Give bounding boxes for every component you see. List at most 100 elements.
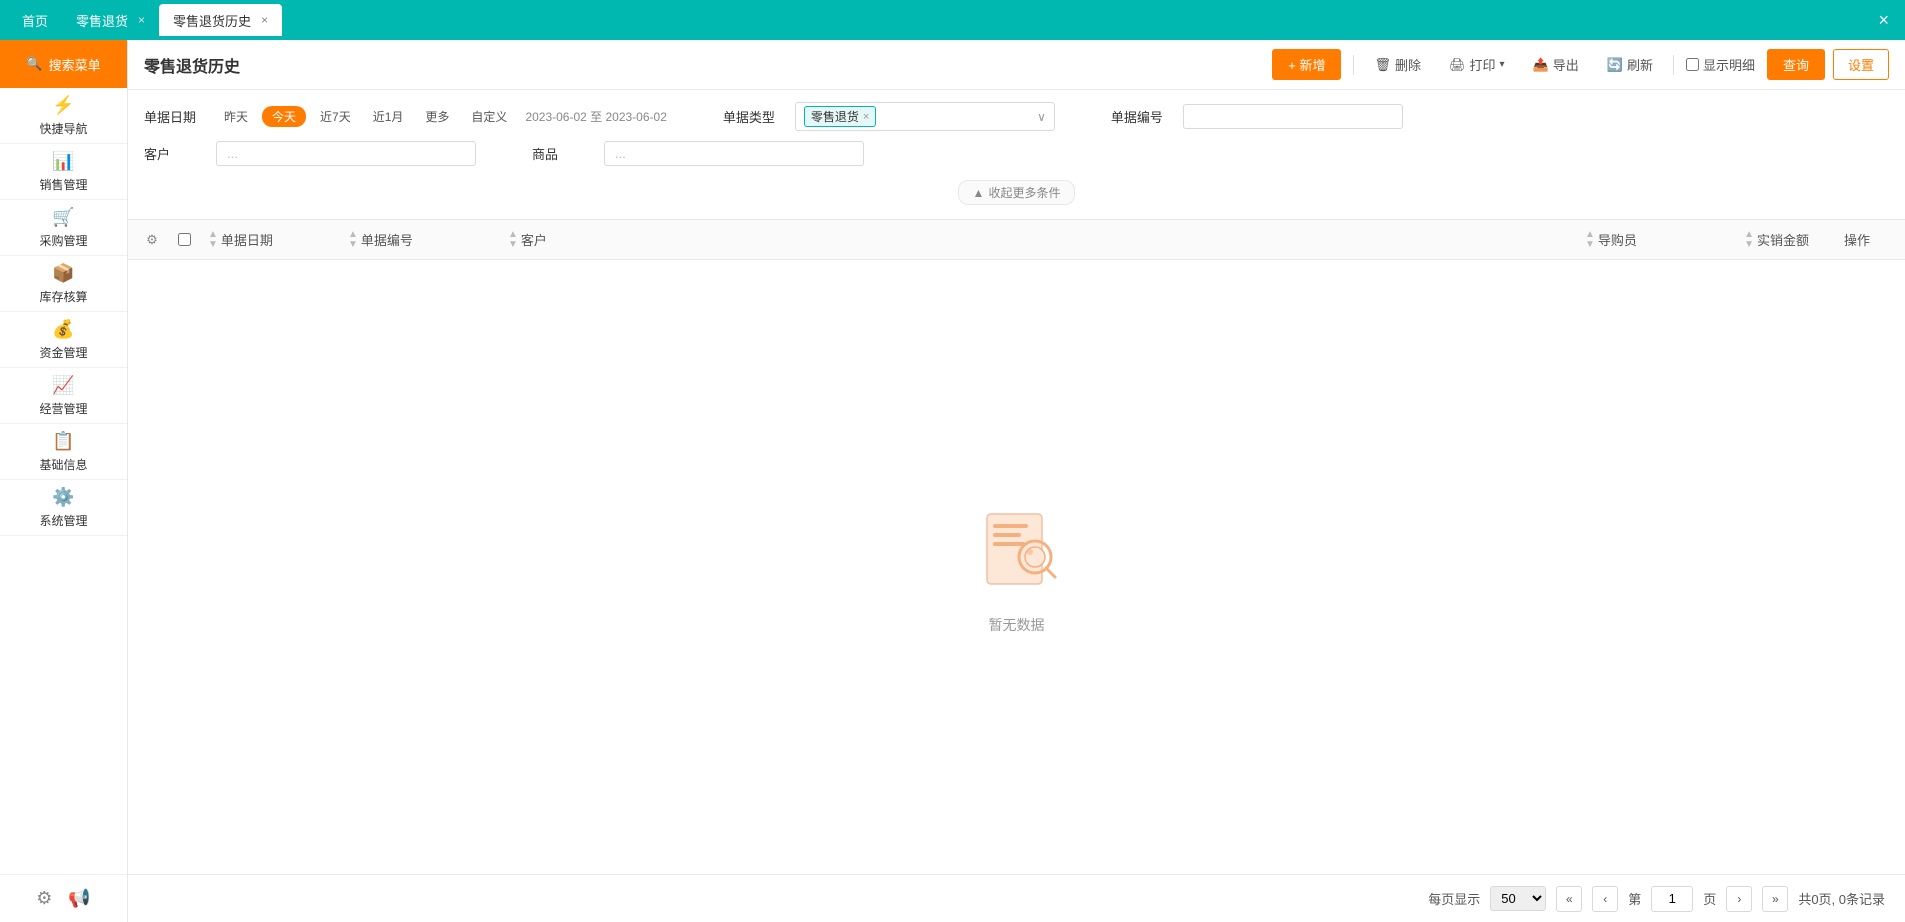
query-button[interactable]: 查询 xyxy=(1767,49,1825,80)
purchase-icon: 🛒 xyxy=(52,207,74,228)
th-amount-label: 实销金额 xyxy=(1757,230,1809,249)
customer-placeholder: ... xyxy=(227,146,238,161)
collapse-button[interactable]: ▲ 收起更多条件 xyxy=(958,180,1076,205)
delete-label: 删除 xyxy=(1395,55,1421,74)
sidebar-item-system-label: 系统管理 xyxy=(39,512,87,529)
sidebar-item-system-mgmt[interactable]: ⚙️ 系统管理 xyxy=(0,480,127,536)
prev-page-button[interactable]: ‹ xyxy=(1592,886,1618,912)
date-filter: 昨天 今天 近7天 近1月 更多 自定义 2023-06-02 至 2023-0… xyxy=(216,106,667,127)
date-btn-7days[interactable]: 近7天 xyxy=(312,106,359,127)
type-filter-input[interactable]: 零售退货 × ∨ xyxy=(795,102,1055,131)
th-customer[interactable]: ▲▼ 客户 xyxy=(500,230,1577,250)
tab-retail-return-label: 零售退货 xyxy=(76,11,128,30)
date-btn-custom[interactable]: 自定义 xyxy=(463,106,515,127)
export-button[interactable]: 📤 导出 xyxy=(1525,51,1587,78)
sidebar-search[interactable]: 🔍 搜索菜单 xyxy=(0,40,127,88)
sidebar-item-finance-label: 资金管理 xyxy=(39,344,87,361)
show-detail-checkbox-label[interactable]: 显示明细 xyxy=(1686,55,1755,74)
th-settings[interactable]: ⚙ xyxy=(136,232,168,248)
sidebar-sound-icon[interactable]: 📢 xyxy=(68,888,90,909)
delete-icon: 🗑 xyxy=(1374,57,1391,73)
sidebar-item-purchase-mgmt[interactable]: 🛒 采购管理 xyxy=(0,200,127,256)
type-tag-close[interactable]: × xyxy=(863,111,869,123)
page-size-select[interactable]: 50 10 20 100 xyxy=(1490,886,1546,911)
total-info: 共0页, 0条记录 xyxy=(1798,889,1885,908)
page-unit-label: 页 xyxy=(1703,889,1716,908)
content-area: 零售退货历史 + 新增 🗑 删除 🖨 打印 ▾ 📤 导出 � xyxy=(128,40,1905,922)
next-page-button[interactable]: › xyxy=(1726,886,1752,912)
no-filter-input[interactable] xyxy=(1183,104,1403,129)
export-label: 导出 xyxy=(1553,55,1579,74)
date-filter-label: 单据日期 xyxy=(144,107,200,126)
sidebar-settings-icon[interactable]: ⚙ xyxy=(36,888,52,909)
sidebar-item-sales-mgmt[interactable]: 📊 销售管理 xyxy=(0,144,127,200)
sidebar-item-finance[interactable]: 💰 资金管理 xyxy=(0,312,127,368)
collapse-row: ▲ 收起更多条件 xyxy=(144,176,1889,211)
goods-filter-input[interactable]: ... xyxy=(604,141,864,166)
empty-illustration xyxy=(967,499,1067,599)
date-btn-more[interactable]: 更多 xyxy=(417,106,457,127)
select-all-checkbox[interactable] xyxy=(178,233,191,246)
sidebar-item-quick-nav[interactable]: ⚡ 快捷导航 xyxy=(0,88,127,144)
show-detail-label: 显示明细 xyxy=(1703,55,1755,74)
type-tag: 零售退货 × xyxy=(804,106,876,127)
tab-retail-return-history-close[interactable]: × xyxy=(261,13,268,27)
customer-filter-input[interactable]: ... xyxy=(216,141,476,166)
th-action: 操作 xyxy=(1817,230,1897,249)
new-button[interactable]: + 新增 xyxy=(1272,49,1341,80)
window-close-button[interactable]: × xyxy=(1870,10,1897,31)
date-btn-yesterday[interactable]: 昨天 xyxy=(216,106,256,127)
top-bar: 首页 零售退货 × 零售退货历史 × × xyxy=(0,0,1905,40)
sidebar-item-basic-info-label: 基础信息 xyxy=(39,456,87,473)
th-checkbox[interactable] xyxy=(168,233,200,246)
tab-retail-return-close[interactable]: × xyxy=(138,13,145,27)
tab-retail-return[interactable]: 零售退货 × xyxy=(62,4,159,36)
refresh-label: 刷新 xyxy=(1627,55,1653,74)
tab-retail-return-history-label: 零售退货历史 xyxy=(173,11,251,30)
tab-home[interactable]: 首页 xyxy=(8,4,62,36)
print-button[interactable]: 🖨 打印 ▾ xyxy=(1441,51,1513,78)
type-dropdown-chevron-icon[interactable]: ∨ xyxy=(1037,110,1046,124)
last-page-button[interactable]: » xyxy=(1762,886,1788,912)
th-amount[interactable]: ▲▼ 实销金额 xyxy=(1697,230,1817,250)
th-customer-label: 客户 xyxy=(521,230,547,249)
sidebar-item-inventory[interactable]: 📦 库存核算 xyxy=(0,256,127,312)
refresh-button[interactable]: 🔄 刷新 xyxy=(1599,51,1661,78)
collapse-icon: ▲ xyxy=(973,186,985,200)
quick-nav-icon: ⚡ xyxy=(52,95,74,116)
sidebar-search-label: 搜索菜单 xyxy=(49,55,101,74)
tab-retail-return-history[interactable]: 零售退货历史 × xyxy=(159,4,282,36)
delete-button[interactable]: 🗑 删除 xyxy=(1366,51,1429,78)
goods-placeholder: ... xyxy=(615,146,626,161)
th-no[interactable]: ▲▼ 单据编号 xyxy=(340,230,500,250)
print-chevron-icon: ▾ xyxy=(1500,59,1505,70)
date-btn-1month[interactable]: 近1月 xyxy=(365,106,412,127)
divider-2 xyxy=(1673,55,1674,75)
divider-1 xyxy=(1353,55,1354,75)
th-date[interactable]: ▲▼ 单据日期 xyxy=(200,230,340,250)
sidebar: 🔍 搜索菜单 ⚡ 快捷导航 📊 销售管理 🛒 采购管理 📦 库存核算 💰 资金管… xyxy=(0,40,128,922)
show-detail-checkbox[interactable] xyxy=(1686,58,1699,71)
tab-home-label: 首页 xyxy=(22,11,48,30)
setting-button[interactable]: 设置 xyxy=(1833,49,1889,80)
first-page-button[interactable]: « xyxy=(1556,886,1582,912)
customer-filter-label: 客户 xyxy=(144,144,200,163)
page-title: 零售退货历史 xyxy=(144,53,1272,77)
filter-row-1: 单据日期 昨天 今天 近7天 近1月 更多 自定义 2023-06-02 至 2… xyxy=(144,102,1889,131)
page-number-input[interactable] xyxy=(1651,886,1693,912)
collapse-label: 收起更多条件 xyxy=(988,184,1060,201)
search-icon: 🔍 xyxy=(26,56,42,72)
sidebar-item-inventory-label: 库存核算 xyxy=(39,288,87,305)
sidebar-item-operations[interactable]: 📈 经营管理 xyxy=(0,368,127,424)
toolbar: + 新增 🗑 删除 🖨 打印 ▾ 📤 导出 🔄 刷新 xyxy=(1272,49,1755,80)
empty-state: 暂无数据 xyxy=(128,260,1905,874)
table-settings-icon[interactable]: ⚙ xyxy=(146,232,158,248)
date-btn-today[interactable]: 今天 xyxy=(262,106,306,127)
page-size-label: 每页显示 xyxy=(1428,889,1480,908)
sidebar-item-sales-label: 销售管理 xyxy=(39,176,87,193)
page-header: 零售退货历史 + 新增 🗑 删除 🖨 打印 ▾ 📤 导出 � xyxy=(128,40,1905,90)
th-guide[interactable]: ▲▼ 导购员 xyxy=(1577,230,1697,250)
th-guide-label: 导购员 xyxy=(1598,230,1637,249)
sidebar-item-basic-info[interactable]: 📋 基础信息 xyxy=(0,424,127,480)
date-range-display: 2023-06-02 至 2023-06-02 xyxy=(525,108,666,125)
